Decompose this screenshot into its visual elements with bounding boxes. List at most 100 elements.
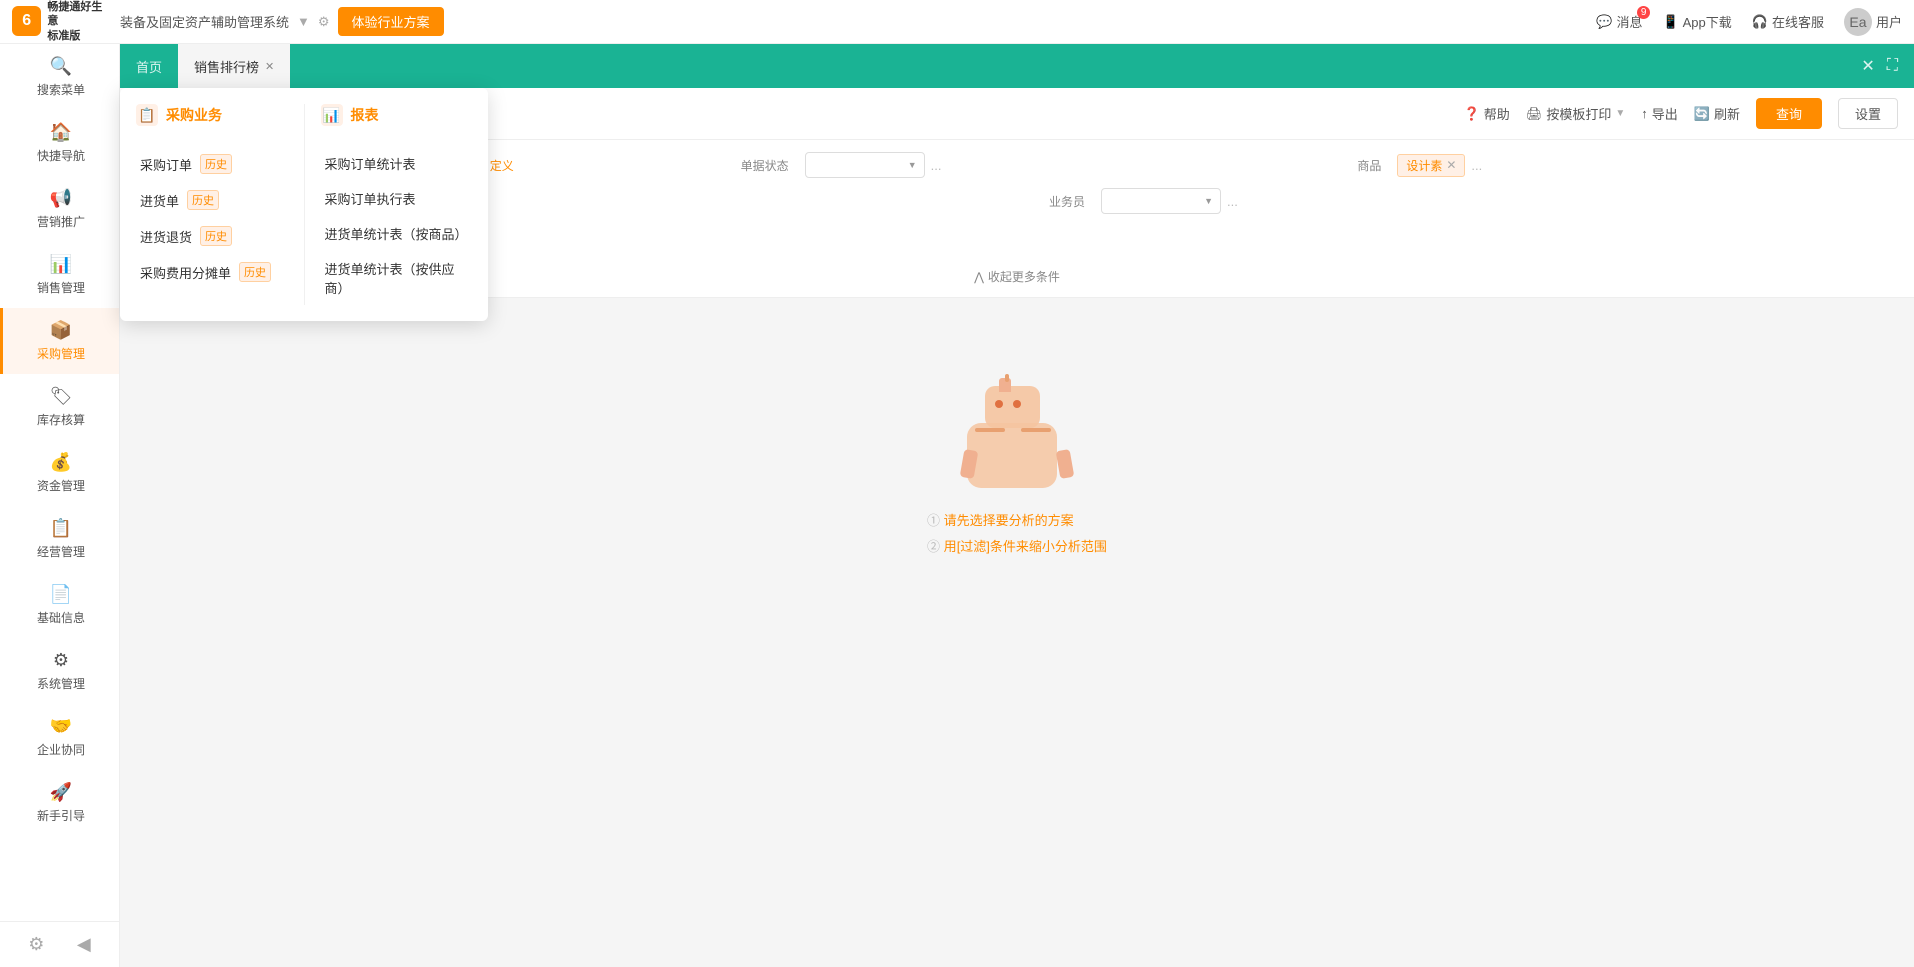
goods-tag: 设计素 ✕: [1397, 154, 1465, 177]
dropdown-item-inbound[interactable]: 进货单 历史: [136, 182, 288, 218]
system-title-area: 装备及固定资产辅助管理系统 ▼ ⚙ 体验行业方案: [120, 7, 1596, 36]
search-icon: 🔍: [50, 56, 72, 77]
salesperson-select[interactable]: [1101, 188, 1221, 214]
history-badge-0: 历史: [200, 154, 232, 174]
purchase-section: 📋 采购业务 采购订单 历史 进货单 历史 进货退货 历史 采购费用分摊单 历史: [120, 104, 304, 305]
sidebar-item-enterprise[interactable]: 🤝 企业协同: [0, 704, 119, 770]
settings-button[interactable]: 设置: [1838, 98, 1898, 129]
salesperson-filter-label: 业务员: [1025, 193, 1085, 210]
guide-icon: 🚀: [50, 782, 72, 803]
operation-icon: 📋: [50, 518, 72, 539]
status-ellipsis: ...: [931, 158, 942, 173]
history-badge-2: 历史: [200, 226, 232, 246]
print-arrow-icon: ▼: [1615, 108, 1625, 119]
sidebar: 🔍 搜索菜单 🏠 快捷导航 📢 营销推广 📊 销售管理 📦 采购管理 🏷 库存核…: [0, 44, 120, 967]
export-icon: ↑: [1641, 106, 1648, 121]
empty-illustration: [947, 378, 1087, 488]
refresh-btn[interactable]: 🔄 刷新: [1694, 104, 1740, 123]
purchase-header-icon: 📋: [136, 104, 158, 126]
history-badge-1: 历史: [187, 190, 219, 210]
sidebar-item-finance[interactable]: 💰 资金管理: [0, 440, 119, 506]
finance-icon: 💰: [50, 452, 72, 473]
report-section: 📊 报表 采购订单统计表 采购订单执行表 进货单统计表（按商品） 进货单统计表（…: [304, 104, 489, 305]
tab-home[interactable]: 首页: [120, 44, 178, 88]
goods-filter-label: 商品: [1321, 157, 1381, 174]
status-filter-label: 单据状态: [729, 157, 789, 174]
purchase-section-header: 📋 采购业务: [136, 104, 288, 134]
empty-text: ① 请先选择要分析的方案 ② 用[过滤]条件来缩小分析范围: [927, 508, 1107, 560]
home-icon: 🏠: [50, 122, 72, 143]
user-item[interactable]: Ea 用户: [1844, 8, 1902, 36]
topbar: 6 畅捷通好生意 标准版 装备及固定资产辅助管理系统 ▼ ⚙ 体验行业方案 💬 …: [0, 0, 1914, 44]
dropdown-item-order-stats[interactable]: 采购订单统计表: [321, 146, 473, 181]
salesperson-filter-control: ...: [1101, 188, 1898, 214]
history-badge-3: 历史: [239, 262, 271, 282]
report-header-icon: 📊: [321, 104, 343, 126]
goods-ellipsis: ...: [1471, 158, 1482, 173]
goods-filter-control: 设计素 ✕ ...: [1397, 154, 1898, 177]
print-btn[interactable]: 🖨 按模板打印 ▼: [1526, 104, 1625, 123]
tab-expand-icon[interactable]: ⛶: [1883, 53, 1902, 79]
system-title: 装备及固定资产辅助管理系统: [120, 12, 289, 31]
help-btn[interactable]: ❓ 帮助: [1464, 104, 1510, 123]
inventory-icon: 🏷: [50, 386, 73, 407]
dropdown-item-purchase-order[interactable]: 采购订单 历史: [136, 146, 288, 182]
dropdown-item-return[interactable]: 进货退货 历史: [136, 218, 288, 254]
enterprise-icon: 🤝: [50, 716, 72, 737]
sidebar-item-basic[interactable]: 📄 基础信息: [0, 572, 119, 638]
logo-icon: 6: [12, 6, 41, 36]
sidebar-item-quick-nav[interactable]: 🏠 快捷导航: [0, 110, 119, 176]
headset-icon: 🎧: [1752, 14, 1768, 30]
topbar-right: 💬 消息 9 📱 App下载 🎧 在线客服 Ea 用户: [1596, 8, 1902, 36]
industry-btn[interactable]: 体验行业方案: [338, 7, 444, 36]
settings-icon[interactable]: ⚙: [318, 14, 330, 30]
sales-icon: 📊: [50, 254, 72, 275]
tab-sales-rank[interactable]: 销售排行榜 ✕: [178, 44, 290, 88]
app-logo: 6 畅捷通好生意 标准版: [12, 0, 112, 43]
basic-icon: 📄: [50, 584, 72, 605]
empty-state: ① 请先选择要分析的方案 ② 用[过滤]条件来缩小分析范围: [120, 298, 1914, 640]
tab-close-icon[interactable]: ✕: [265, 60, 274, 73]
tabs-right-controls: ✕ ⛶: [1857, 52, 1914, 80]
sidebar-item-purchase[interactable]: 📦 采购管理: [0, 308, 119, 374]
marketing-icon: 📢: [50, 188, 72, 209]
sidebar-item-sales[interactable]: 📊 销售管理: [0, 242, 119, 308]
logo-text: 畅捷通好生意 标准版: [47, 0, 112, 43]
salesperson-select-wrap: [1101, 188, 1221, 214]
dropdown-menu: 📋 采购业务 采购订单 历史 进货单 历史 进货退货 历史 采购费用分摊单 历史…: [120, 88, 488, 321]
sidebar-item-guide[interactable]: 🚀 新手引导: [0, 770, 119, 836]
status-select[interactable]: [805, 152, 925, 178]
online-service-item[interactable]: 🎧 在线客服: [1752, 12, 1824, 31]
sidebar-item-system[interactable]: ⚙ 系统管理: [0, 638, 119, 704]
refresh-icon: 🔄: [1694, 106, 1710, 122]
dropdown-item-inbound-by-goods[interactable]: 进货单统计表（按商品）: [321, 216, 473, 251]
phone-icon: 📱: [1662, 14, 1678, 30]
avatar: Ea: [1844, 8, 1872, 36]
dropdown-item-order-exec[interactable]: 采购订单执行表: [321, 181, 473, 216]
sidebar-bottom: ⚙ ◀: [0, 921, 119, 967]
goods-tag-close[interactable]: ✕: [1446, 158, 1456, 172]
message-badge: 9: [1637, 6, 1651, 19]
dropdown-item-expense[interactable]: 采购费用分摊单 历史: [136, 254, 288, 290]
app-download-item[interactable]: 📱 App下载: [1662, 12, 1731, 31]
sidebar-item-inventory[interactable]: 🏷 库存核算: [0, 374, 119, 440]
dropdown-item-inbound-by-supplier[interactable]: 进货单统计表（按供应商）: [321, 251, 473, 305]
system-icon: ⚙: [53, 650, 69, 671]
message-item[interactable]: 💬 消息 9: [1596, 12, 1642, 31]
salesperson-ellipsis: ...: [1227, 194, 1238, 209]
sidebar-item-search[interactable]: 🔍 搜索菜单: [0, 44, 119, 110]
sidebar-settings-icon[interactable]: ⚙: [28, 934, 44, 955]
purchase-icon: 📦: [50, 320, 72, 341]
status-select-wrap: [805, 152, 925, 178]
collapse-up-icon: ⋀: [974, 270, 984, 284]
tab-close-window-icon[interactable]: ✕: [1857, 52, 1878, 80]
sidebar-collapse-icon[interactable]: ◀: [77, 934, 91, 955]
sidebar-item-operation[interactable]: 📋 经营管理: [0, 506, 119, 572]
query-button[interactable]: 查询: [1756, 98, 1822, 129]
sidebar-item-marketing[interactable]: 📢 营销推广: [0, 176, 119, 242]
report-section-header: 📊 报表: [321, 104, 473, 134]
export-btn[interactable]: ↑ 导出: [1641, 104, 1678, 123]
dropdown-arrow-icon[interactable]: ▼: [297, 14, 310, 29]
print-icon: 🖨: [1526, 106, 1543, 122]
help-icon: ❓: [1464, 106, 1480, 122]
